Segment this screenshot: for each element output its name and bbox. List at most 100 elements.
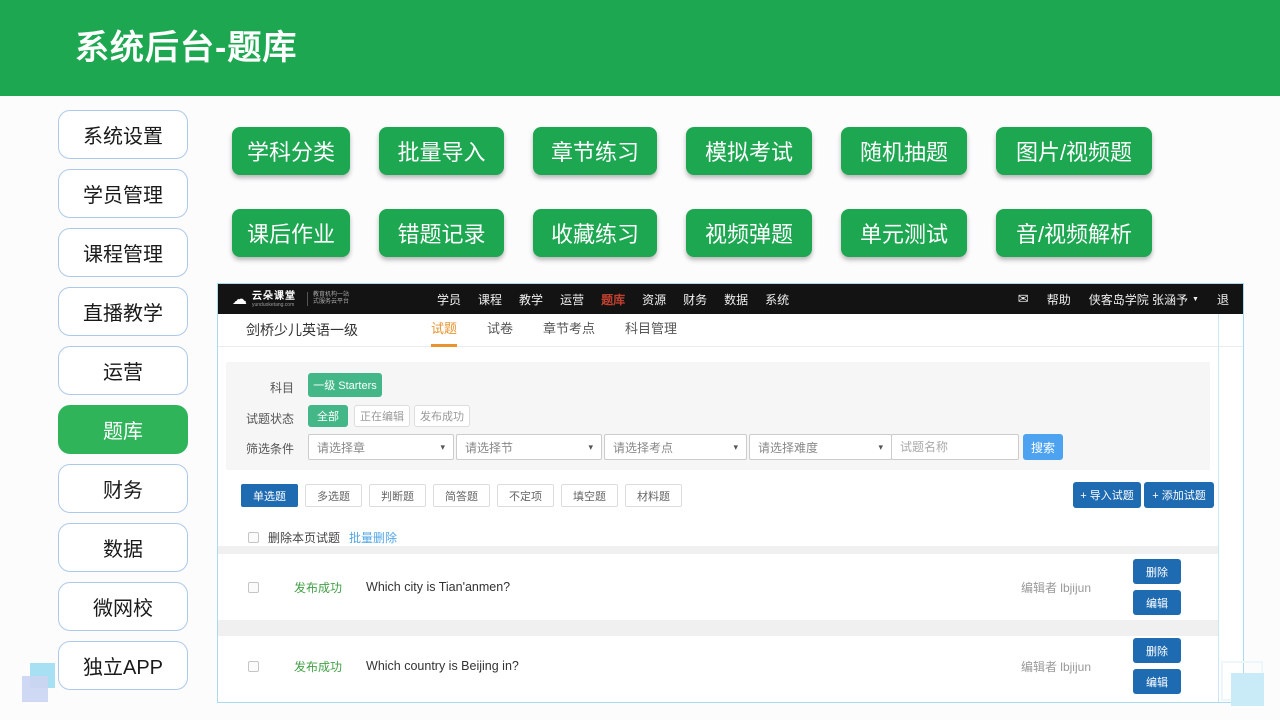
row-divider [218,620,1218,636]
type-indefinite[interactable]: 不定项 [497,484,554,507]
filter-panel: 科目 一级 Starters 试题状态 全部 正在编辑 发布成功 筛选条件 请选… [226,362,1210,470]
type-fill-blank[interactable]: 填空题 [561,484,618,507]
type-single-choice[interactable]: 单选题 [241,484,298,507]
add-question-button[interactable]: + 添加试题 [1144,482,1214,508]
feature-favorite-practice[interactable]: 收藏练习 [533,209,657,257]
nav-question-bank[interactable]: 题库 [601,291,625,308]
nav-students[interactable]: 学员 [437,291,461,308]
status-all-button[interactable]: 全部 [308,405,348,427]
logout-link[interactable]: 退 [1217,291,1229,308]
import-questions-button[interactable]: + 导入试题 [1073,482,1141,508]
sidebar-item-operations[interactable]: 运营 [58,346,188,395]
tab-papers[interactable]: 试卷 [487,314,513,347]
sidebar-item-data[interactable]: 数据 [58,523,188,572]
row-checkbox[interactable] [248,582,259,593]
question-type-tabs: 单选题 多选题 判断题 简答题 不定项 填空题 材料题 [241,484,682,507]
difficulty-select-value: 请选择难度 [758,439,818,456]
feature-wrong-question-record[interactable]: 错题记录 [379,209,504,257]
tab-chapter-points[interactable]: 章节考点 [543,314,595,347]
cloud-icon: ☁ [232,292,247,307]
account-menu[interactable]: 侠客岛学院 张涵予 ▼ [1089,291,1199,308]
page-title: 系统后台-题库 [75,0,1280,96]
sidebar-item-standalone-app[interactable]: 独立APP [58,641,188,690]
sidebar-item-finance[interactable]: 财务 [58,464,188,513]
section-select-value: 请选择节 [465,439,513,456]
search-button[interactable]: 搜索 [1023,434,1063,460]
question-text: Which country is Beijing in? [366,659,519,673]
nav-teaching[interactable]: 教学 [519,291,543,308]
logo: ☁ 云朵课堂 yunduoketang.com 教育机构一站 式服务云平台 [232,291,349,308]
type-true-false[interactable]: 判断题 [369,484,426,507]
question-name-input[interactable] [891,434,1019,460]
subject-value-button[interactable]: 一级 Starters [308,373,382,397]
type-short-answer[interactable]: 简答题 [433,484,490,507]
nav-data[interactable]: 数据 [724,291,748,308]
nav-operations[interactable]: 运营 [560,291,584,308]
row-checkbox[interactable] [248,661,259,672]
chevron-down-icon: ▾ [440,442,445,453]
admin-screenshot: ☁ 云朵课堂 yunduoketang.com 教育机构一站 式服务云平台 学员… [217,283,1244,703]
feature-subject-classification[interactable]: 学科分类 [232,127,350,175]
type-multiple-choice[interactable]: 多选题 [305,484,362,507]
nav-resources[interactable]: 资源 [642,291,666,308]
status-editing-button[interactable]: 正在编辑 [354,405,410,427]
sidebar-item-system-settings[interactable]: 系统设置 [58,110,188,159]
question-row: 发布成功 Which city is Tian'anmen? 编辑者 lbjij… [218,554,1218,620]
feature-image-video-question[interactable]: 图片/视频题 [996,127,1152,175]
logo-url: yunduoketang.com [252,302,296,308]
decorative-square [1231,673,1264,706]
admin-nav-right: ✉ 帮助 侠客岛学院 张涵予 ▼ 退 [1018,291,1229,308]
chevron-down-icon: ▾ [878,442,883,453]
sidebar-item-course-management[interactable]: 课程管理 [58,228,188,277]
admin-nav-menu: 学员 课程 教学 运营 题库 资源 财务 数据 系统 [437,291,789,308]
tab-questions[interactable]: 试题 [431,314,457,347]
tab-subject-management[interactable]: 科目管理 [625,314,677,347]
select-all-checkbox[interactable] [248,532,259,543]
envelope-icon[interactable]: ✉ [1018,291,1029,307]
nav-system[interactable]: 系统 [765,291,789,308]
nav-finance[interactable]: 财务 [683,291,707,308]
panel-divider [1218,314,1219,703]
feature-mock-exam[interactable]: 模拟考试 [686,127,812,175]
sidebar-item-micro-school[interactable]: 微网校 [58,582,188,631]
sidebar-item-live-teaching[interactable]: 直播教学 [58,287,188,336]
row-actions: 删除 编辑 [1133,638,1181,694]
type-material[interactable]: 材料题 [625,484,682,507]
chevron-down-icon: ▾ [588,442,593,453]
help-link[interactable]: 帮助 [1047,291,1071,308]
delete-button[interactable]: 删除 [1133,638,1181,663]
feature-homework[interactable]: 课后作业 [232,209,350,257]
feature-unit-test[interactable]: 单元测试 [841,209,967,257]
page-header: 系统后台-题库 [0,0,1280,96]
point-select-value: 请选择考点 [613,439,673,456]
row-actions: 删除 编辑 [1133,559,1181,615]
status-published-button[interactable]: 发布成功 [414,405,470,427]
nav-courses[interactable]: 课程 [478,291,502,308]
point-select[interactable]: 请选择考点 ▾ [604,434,747,460]
row-divider [218,546,1218,554]
delete-button[interactable]: 删除 [1133,559,1181,584]
account-name: 侠客岛学院 张涵予 [1089,291,1188,308]
status-badge: 发布成功 [294,658,342,675]
edit-button[interactable]: 编辑 [1133,590,1181,615]
sidebar-item-student-management[interactable]: 学员管理 [58,169,188,218]
feature-chapter-practice[interactable]: 章节练习 [533,127,657,175]
sidebar: 系统设置 学员管理 课程管理 直播教学 运营 题库 财务 数据 微网校 独立AP… [58,110,188,700]
edit-button[interactable]: 编辑 [1133,669,1181,694]
section-select[interactable]: 请选择节 ▾ [456,434,602,460]
feature-audio-video-analysis[interactable]: 音/视频解析 [996,209,1152,257]
logo-tagline: 教育机构一站 式服务云平台 [307,292,349,306]
course-title: 剑桥少儿英语一级 [246,314,358,347]
feature-video-popup-question[interactable]: 视频弹题 [686,209,812,257]
feature-random-draw[interactable]: 随机抽题 [841,127,967,175]
chapter-select[interactable]: 请选择章 ▾ [308,434,454,460]
admin-subnav: 剑桥少儿英语一级 试题 试卷 章节考点 科目管理 [218,314,1243,347]
batch-delete-link[interactable]: 批量删除 [349,529,397,546]
editor-label: 编辑者 lbjijun [1021,658,1091,675]
difficulty-select[interactable]: 请选择难度 ▾ [749,434,892,460]
question-row: 发布成功 Which country is Beijing in? 编辑者 lb… [218,636,1218,696]
caret-down-icon: ▼ [1192,296,1199,303]
status-badge: 发布成功 [294,579,342,596]
feature-batch-import[interactable]: 批量导入 [379,127,504,175]
sidebar-item-question-bank[interactable]: 题库 [58,405,188,454]
